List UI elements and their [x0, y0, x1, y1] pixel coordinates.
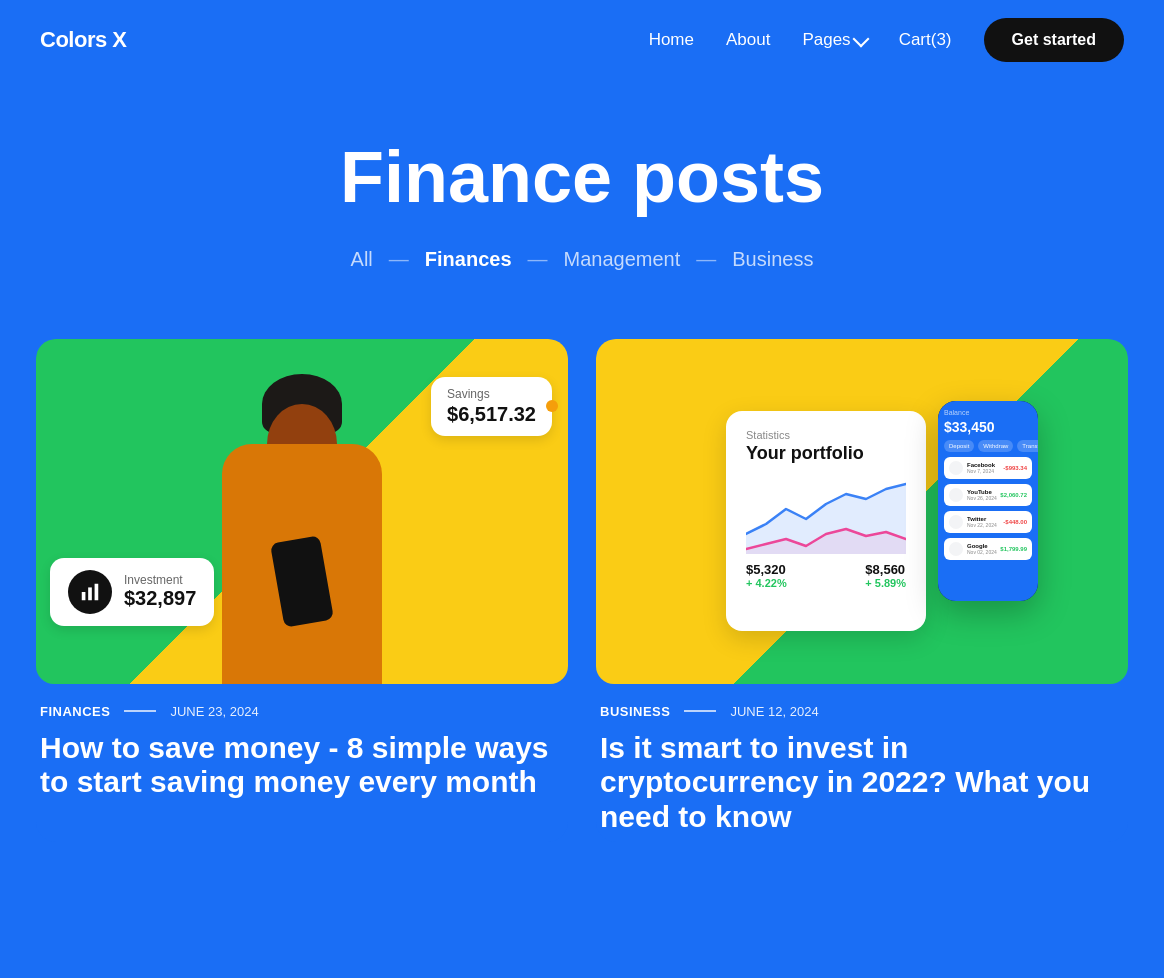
card-1-date: JUNE 23, 2024	[170, 704, 258, 719]
mini-chart	[746, 474, 906, 554]
filter-management[interactable]: Management	[564, 248, 681, 271]
chart-svg	[746, 474, 906, 554]
nav-about[interactable]: About	[726, 30, 770, 50]
phone-item-1: YouTube Nov 26, 2024 $2,060.72	[944, 484, 1032, 506]
card-2-meta: BUSINESS JUNE 12, 2024	[600, 704, 1124, 719]
card-2-bg: Statistics Your portfolio	[596, 339, 1128, 684]
savings-amount: $6,517.32	[447, 403, 536, 426]
phone-screen: Balance $33,450 Deposit Withdraw Transfe…	[938, 401, 1038, 601]
chart-val-2: $8,560 + 5.89%	[865, 562, 906, 589]
investment-badge: Investment $32,897	[50, 558, 214, 626]
card-2-title[interactable]: Is it smart to invest in cryptocurrency …	[600, 731, 1124, 835]
portfolio-card: Statistics Your portfolio	[726, 411, 926, 631]
woman-body	[222, 444, 382, 684]
nav-links: Home About Pages Cart(3) Get started	[649, 18, 1124, 62]
phone-balance: $33,450	[944, 419, 1032, 435]
phone-withdraw[interactable]: Withdraw	[978, 440, 1013, 452]
investment-icon	[68, 570, 112, 614]
phone-item-0: Facebook Nov 7, 2024 -$993.34	[944, 457, 1032, 479]
logo[interactable]: Colors X	[40, 27, 126, 53]
meta-sep-2	[684, 710, 716, 712]
nav-home[interactable]: Home	[649, 30, 694, 50]
card-1-content: FINANCES JUNE 23, 2024 How to save money…	[36, 684, 568, 808]
phone-actions: Deposit Withdraw Transfer	[944, 440, 1032, 452]
nav-cart[interactable]: Cart(3)	[899, 30, 952, 50]
page-title: Finance posts	[20, 140, 1144, 216]
card-2-image: Statistics Your portfolio	[596, 339, 1128, 684]
cards-grid: Savings $6,517.32	[0, 339, 1164, 903]
chevron-down-icon	[852, 30, 869, 47]
phone-item-2: Twitter Nov 22, 2024 -$448.00	[944, 511, 1032, 533]
savings-label: Savings	[447, 387, 536, 401]
nav-pages[interactable]: Pages	[802, 30, 866, 50]
svg-rect-0	[82, 592, 86, 600]
bar-chart-icon	[79, 581, 101, 603]
phone-transfer[interactable]: Transfer	[1017, 440, 1038, 452]
get-started-button[interactable]: Get started	[984, 18, 1124, 62]
navbar: Colors X Home About Pages Cart(3) Get st…	[0, 0, 1164, 80]
phone-item-icon-0	[949, 461, 963, 475]
investment-text: Investment $32,897	[124, 573, 196, 610]
card-1-title[interactable]: How to save money - 8 simple ways to sta…	[40, 731, 564, 800]
investment-amount: $32,897	[124, 587, 196, 610]
phone-prop	[270, 535, 334, 627]
meta-sep	[124, 710, 156, 712]
filter-sep-3: —	[696, 248, 716, 271]
card-1-bg: Savings $6,517.32	[36, 339, 568, 684]
card-1-image: Savings $6,517.32	[36, 339, 568, 684]
card-2-content: BUSINESS JUNE 12, 2024 Is it smart to in…	[596, 684, 1128, 843]
card-2-date: JUNE 12, 2024	[730, 704, 818, 719]
filter-sep-2: —	[528, 248, 548, 271]
filter-tabs: All — Finances — Management — Business	[20, 248, 1144, 271]
card-2[interactable]: Statistics Your portfolio	[596, 339, 1128, 843]
filter-sep-1: —	[389, 248, 409, 271]
svg-rect-2	[95, 583, 99, 600]
savings-dot	[546, 400, 558, 412]
phone-item-icon-1	[949, 488, 963, 502]
hero-section: Finance posts All — Finances — Managemen…	[0, 80, 1164, 339]
portfolio-title: Your portfolio	[746, 443, 906, 464]
phone-mockup: Balance $33,450 Deposit Withdraw Transfe…	[938, 401, 1038, 601]
card-1[interactable]: Savings $6,517.32	[36, 339, 568, 843]
phone-balance-label: Balance	[944, 409, 1032, 416]
filter-business[interactable]: Business	[732, 248, 813, 271]
filter-finances[interactable]: Finances	[425, 248, 512, 271]
chart-val-1: $5,320 + 4.22%	[746, 562, 787, 589]
phone-item-icon-2	[949, 515, 963, 529]
filter-all[interactable]: All	[351, 248, 373, 271]
svg-rect-1	[88, 587, 92, 600]
card-1-meta: FINANCES JUNE 23, 2024	[40, 704, 564, 719]
savings-badge: Savings $6,517.32	[431, 377, 552, 436]
card-2-category: BUSINESS	[600, 704, 670, 719]
phone-item-icon-3	[949, 542, 963, 556]
chart-values: $5,320 + 4.22% $8,560 + 5.89%	[746, 562, 906, 589]
card-1-category: FINANCES	[40, 704, 110, 719]
phone-item-3: Google Nov 02, 2024 $1,799.99	[944, 538, 1032, 560]
investment-label: Investment	[124, 573, 196, 587]
woman-figure	[182, 364, 422, 684]
portfolio-stats-label: Statistics	[746, 429, 906, 441]
phone-deposit[interactable]: Deposit	[944, 440, 974, 452]
